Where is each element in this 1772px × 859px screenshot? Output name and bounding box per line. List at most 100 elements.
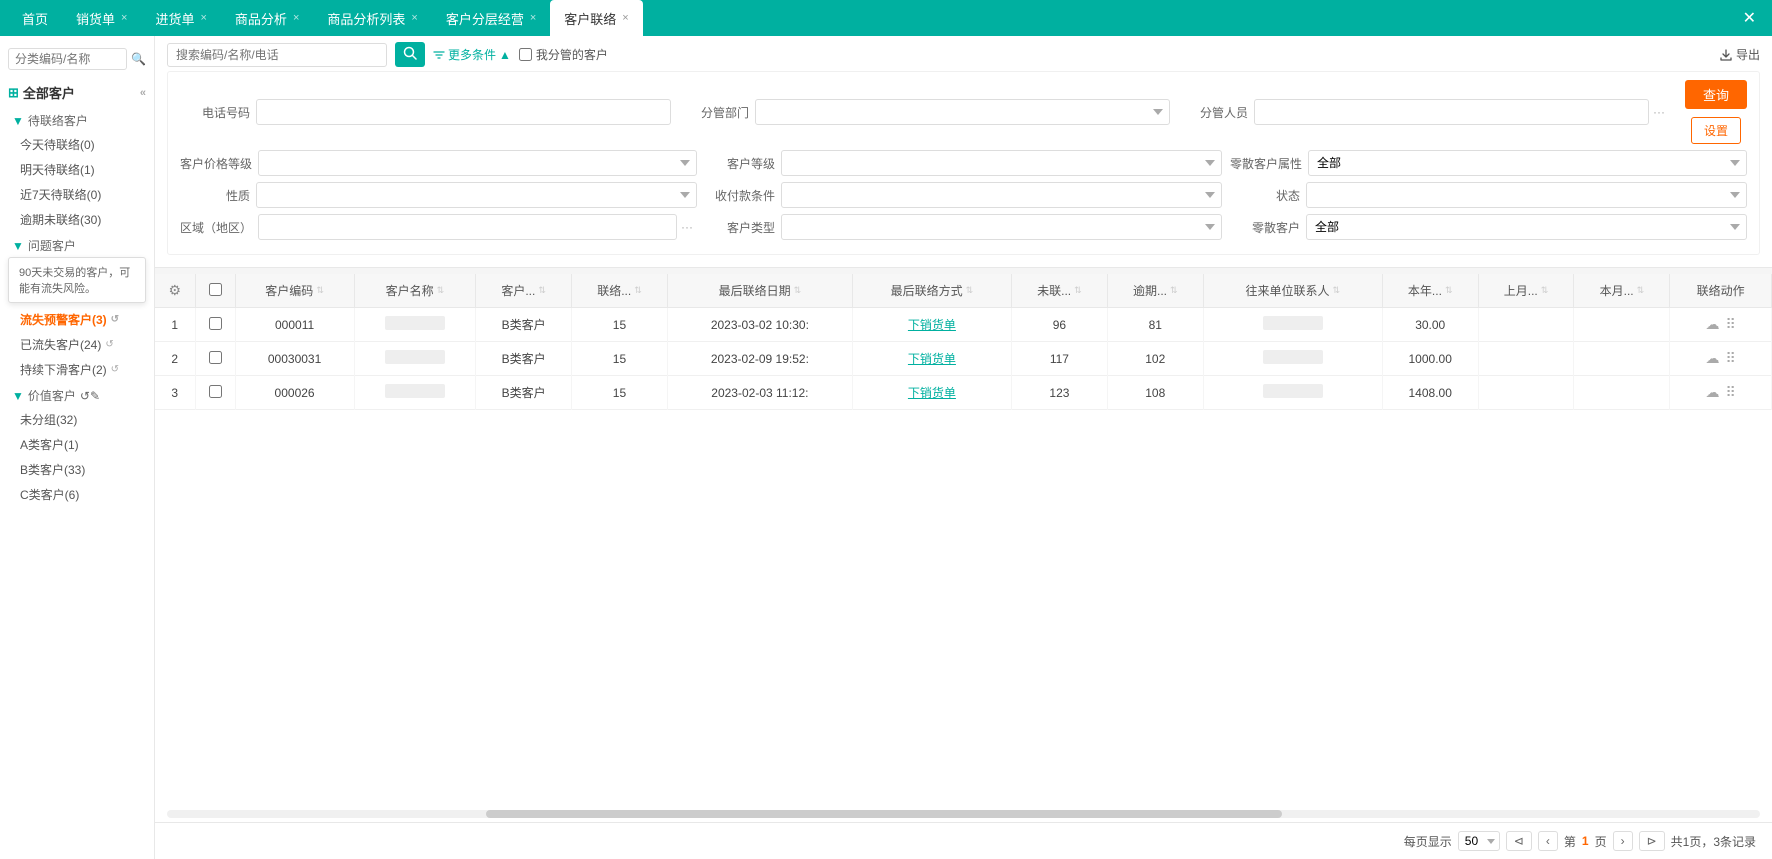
all-customers-section[interactable]: ⊞ 全部客户 «: [0, 78, 154, 107]
sidebar-group-problem[interactable]: ▼ 问题客户: [0, 232, 154, 257]
gear-icon[interactable]: ⚙: [168, 282, 181, 298]
query-button[interactable]: 查询: [1685, 80, 1747, 109]
sort-overdue[interactable]: 逾期... ⇅: [1133, 282, 1178, 299]
export-button[interactable]: 导出: [1719, 46, 1760, 63]
value-edit-icon[interactable]: ✎: [90, 389, 100, 403]
tab-home[interactable]: 首页: [8, 0, 62, 36]
select-all-checkbox[interactable]: [209, 283, 222, 296]
sort-last-contact-date[interactable]: 最后联络日期 ⇅: [719, 282, 802, 299]
filter-select-nature[interactable]: [256, 182, 697, 208]
current-page: 1: [1582, 834, 1589, 848]
horizontal-scrollbar[interactable]: [167, 810, 1760, 818]
sidebar-group-value[interactable]: ▼ 价值客户 ↺ ✎: [0, 382, 154, 407]
row-checkbox-1[interactable]: [209, 351, 222, 364]
sidebar-item-c-class[interactable]: C类客户(6): [0, 482, 154, 507]
filter-select-customer-type[interactable]: [781, 214, 1222, 240]
sort-last-month[interactable]: 上月... ⇅: [1504, 282, 1549, 299]
value-refresh-icon[interactable]: ↺: [80, 389, 90, 403]
filter-input-region[interactable]: [258, 214, 677, 240]
action-chat-icon-1[interactable]: ☁: [1706, 350, 1720, 367]
action-more-icon-0[interactable]: ⠿: [1726, 316, 1736, 333]
last-way-link-1[interactable]: 下销货单: [908, 352, 956, 366]
filter-input-branch-person[interactable]: [1254, 99, 1649, 125]
close-tab-sales-order[interactable]: ×: [121, 12, 127, 24]
tab-sales-order[interactable]: 销货单 ×: [62, 0, 141, 36]
filter-search-input[interactable]: [167, 43, 387, 67]
last-page-button[interactable]: ⊳: [1639, 831, 1665, 851]
cell-name-2: [354, 376, 476, 410]
action-more-icon-1[interactable]: ⠿: [1726, 350, 1736, 367]
sidebar-group-pending[interactable]: ▼ 待联络客户: [0, 107, 154, 132]
sort-name[interactable]: 客户名称 ⇅: [386, 282, 445, 299]
churned-refresh-icon[interactable]: ↺: [105, 339, 113, 350]
sidebar-item-ungrouped[interactable]: 未分组(32): [0, 407, 154, 432]
sidebar-item-declining[interactable]: 持续下滑客户(2) ↺: [0, 357, 154, 382]
sort-type[interactable]: 客户... ⇅: [501, 282, 546, 299]
tab-product-analysis[interactable]: 商品分析 ×: [221, 0, 313, 36]
tab-customer-contact[interactable]: 客户联络 ×: [550, 0, 642, 36]
first-page-button[interactable]: ⊲: [1506, 831, 1532, 851]
table-scroll[interactable]: ⚙ 客户编码 ⇅: [155, 274, 1772, 806]
sidebar-search-input[interactable]: [8, 48, 127, 70]
row-checkbox-0[interactable]: [209, 317, 222, 330]
prev-page-button[interactable]: ‹: [1538, 831, 1558, 851]
filter-select-zero-attr[interactable]: 全部: [1308, 150, 1747, 176]
sidebar-item-churned[interactable]: 已流失客户(24) ↺: [0, 332, 154, 357]
sidebar-item-tomorrow-pending[interactable]: 明天待联络(1): [0, 157, 154, 182]
filter-select-payment[interactable]: [781, 182, 1222, 208]
settings-button[interactable]: 设置: [1691, 117, 1741, 144]
sort-last-contact-way[interactable]: 最后联络方式 ⇅: [891, 282, 974, 299]
filter-select-zero-customer[interactable]: 全部: [1306, 214, 1747, 240]
action-more-icon-2[interactable]: ⠿: [1726, 384, 1736, 401]
th-uncontacted: 未联... ⇅: [1012, 274, 1108, 308]
sort-code[interactable]: 客户编码 ⇅: [265, 282, 324, 299]
branch-person-more-icon[interactable]: ···: [1649, 105, 1669, 119]
sort-this-year[interactable]: 本年... ⇅: [1408, 282, 1453, 299]
filter-field-branch-dept: 分管部门: [679, 99, 1170, 125]
last-way-link-0[interactable]: 下销货单: [908, 318, 956, 332]
action-chat-icon-0[interactable]: ☁: [1706, 316, 1720, 333]
sidebar-item-7days-pending[interactable]: 近7天待联络(0): [0, 182, 154, 207]
close-tab-product-analysis[interactable]: ×: [293, 12, 299, 24]
sidebar-item-overdue-pending[interactable]: 逾期未联络(30): [0, 207, 154, 232]
th-name: 客户名称 ⇅: [354, 274, 476, 308]
th-checkbox: [195, 274, 235, 308]
action-chat-icon-2[interactable]: ☁: [1706, 384, 1720, 401]
sort-contact[interactable]: 联络... ⇅: [597, 282, 642, 299]
sidebar-item-a-class[interactable]: A类客户(1): [0, 432, 154, 457]
close-tab-purchase-order[interactable]: ×: [200, 12, 206, 24]
filter-search-button[interactable]: [395, 42, 425, 67]
filter-select-status[interactable]: [1306, 182, 1747, 208]
cell-this-year-1: 1000.00: [1382, 342, 1478, 376]
last-way-link-2[interactable]: 下销货单: [908, 386, 956, 400]
window-close-button[interactable]: ✕: [1735, 8, 1764, 28]
scrollbar-thumb[interactable]: [486, 810, 1283, 818]
row-checkbox-2[interactable]: [209, 385, 222, 398]
close-tab-customer-layered[interactable]: ×: [530, 12, 536, 24]
collapse-icon: «: [140, 87, 146, 99]
close-tab-customer-contact[interactable]: ×: [622, 12, 628, 24]
sidebar-search-icon[interactable]: 🔍: [131, 52, 146, 66]
page-size-select[interactable]: 50: [1458, 831, 1500, 851]
region-more-icon[interactable]: ···: [677, 220, 697, 234]
tab-product-analysis-list[interactable]: 商品分析列表 ×: [313, 0, 431, 36]
tab-customer-layered[interactable]: 客户分层经营 ×: [432, 0, 550, 36]
my-customers-checkbox[interactable]: [519, 48, 532, 61]
next-page-button[interactable]: ›: [1613, 831, 1633, 851]
sidebar-item-b-class[interactable]: B类客户(33): [0, 457, 154, 482]
filter-input-phone[interactable]: [256, 99, 671, 125]
sidebar-item-churn-warning[interactable]: 流失预警客户(3) ↺: [0, 307, 154, 332]
tab-purchase-order[interactable]: 进货单 ×: [141, 0, 220, 36]
sidebar-item-today-pending[interactable]: 今天待联络(0): [0, 132, 154, 157]
filter-select-price-grade[interactable]: [258, 150, 697, 176]
filter-select-customer-grade[interactable]: [781, 150, 1222, 176]
filter-select-branch-dept[interactable]: [755, 99, 1170, 125]
sort-this-month[interactable]: 本月... ⇅: [1600, 282, 1645, 299]
churn-warning-refresh-icon[interactable]: ↺: [111, 314, 119, 325]
sort-unit-contact[interactable]: 往来单位联系人 ⇅: [1245, 282, 1340, 299]
close-tab-product-analysis-list[interactable]: ×: [411, 12, 417, 24]
my-customers-checkbox-label[interactable]: 我分管的客户: [519, 46, 608, 63]
declining-refresh-icon[interactable]: ↺: [111, 364, 119, 375]
more-filter-button[interactable]: 更多条件 ▲: [433, 46, 511, 63]
sort-uncontacted[interactable]: 未联... ⇅: [1037, 282, 1082, 299]
